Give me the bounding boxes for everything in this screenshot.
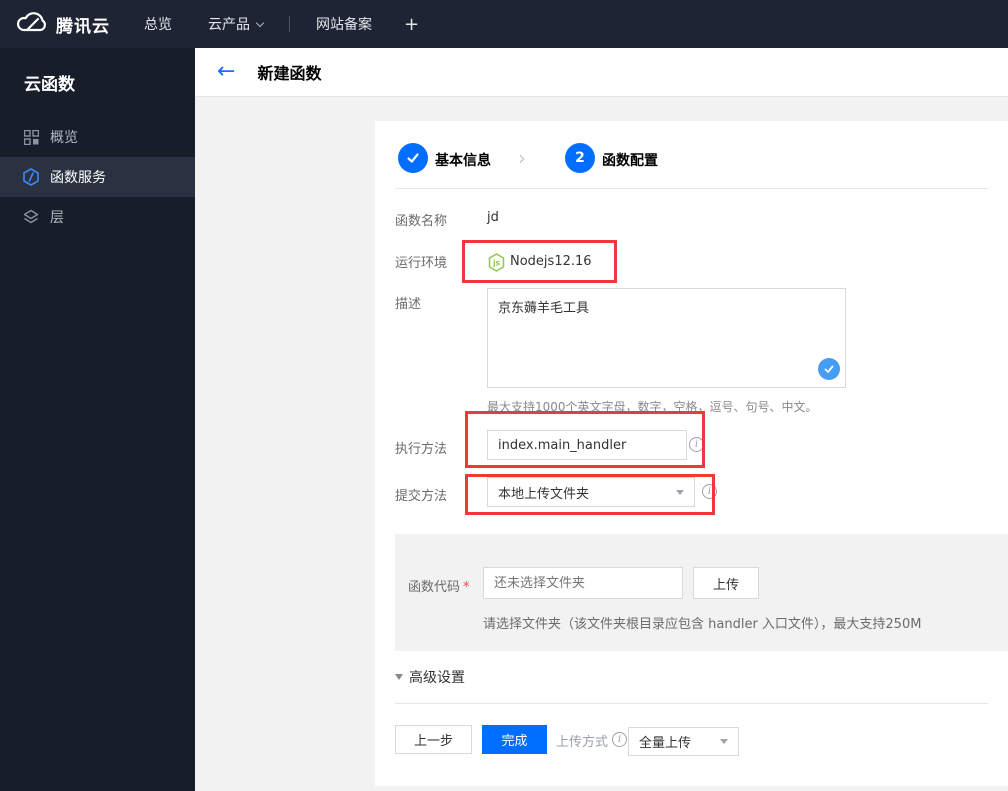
upload-mode-select[interactable]: 全量上传 <box>628 727 739 756</box>
submit-method-info-icon[interactable]: i <box>702 484 717 499</box>
triangle-down-icon <box>395 674 403 680</box>
page-header: ← 新建函数 <box>195 48 1008 97</box>
create-function-card: 基本信息 › 2 函数配置 函数名称 jd 运行环境 js Nodejs12.1… <box>375 121 1008 786</box>
sidebar: 云函数 概览 函数服务 层 <box>0 48 195 791</box>
finish-button[interactable]: 完成 <box>482 725 547 754</box>
runtime-value: Nodejs12.16 <box>510 254 592 269</box>
step-chevron-icon: › <box>518 146 526 170</box>
valid-check-icon <box>818 358 840 380</box>
sidebar-item-function-service[interactable]: 函数服务 <box>0 157 195 197</box>
page-bottom-gap <box>375 786 1008 791</box>
folder-hint: 请选择文件夹（该文件夹根目录应包含 handler 入口文件），最大支持250M <box>483 617 922 632</box>
cloud-logo-icon <box>14 10 48 38</box>
add-tab-button[interactable]: + <box>404 14 419 35</box>
grid-icon <box>22 128 40 146</box>
handler-label: 执行方法 <box>395 442 448 457</box>
handler-info-icon[interactable]: i <box>689 437 704 452</box>
function-name-value: jd <box>487 210 499 225</box>
submit-method-label: 提交方法 <box>395 489 448 504</box>
layers-icon <box>22 208 40 226</box>
check-icon <box>407 153 419 163</box>
upload-mode-label-wrap: 上传方式 <box>556 731 608 750</box>
step-2-number: 2 <box>575 150 585 166</box>
function-code-label-text: 函数代码 <box>408 580 461 595</box>
sidebar-item-layers[interactable]: 层 <box>0 197 195 237</box>
logo-text: 腾讯云 <box>56 16 110 37</box>
advanced-settings-toggle[interactable]: 高级设置 <box>395 667 465 687</box>
step-2-label: 函数配置 <box>602 153 658 169</box>
required-asterisk: * <box>463 580 470 595</box>
nav-overview[interactable]: 总览 <box>144 14 172 34</box>
nav-beian[interactable]: 网站备案 <box>316 14 372 34</box>
chevron-down-icon <box>720 739 728 744</box>
nodejs-icon: js <box>488 253 505 276</box>
sidebar-item-label: 层 <box>50 210 64 226</box>
sidebar-item-overview[interactable]: 概览 <box>0 117 195 157</box>
chevron-down-icon <box>676 489 684 495</box>
chevron-down-icon <box>255 18 265 27</box>
submit-method-value: 本地上传文件夹 <box>498 486 590 502</box>
function-name-label: 函数名称 <box>395 214 448 229</box>
upload-button[interactable]: 上传 <box>693 567 759 599</box>
svg-text:js: js <box>492 259 501 268</box>
description-textarea[interactable]: 京东薅羊毛工具 <box>487 288 846 388</box>
folder-input[interactable] <box>483 567 683 599</box>
description-hint: 最大支持1000个英文字母，数字，空格，逗号、句号、中文。 <box>487 400 818 414</box>
steps-divider <box>395 188 988 189</box>
step-2-indicator: 2 <box>565 143 595 173</box>
sidebar-title: 云函数 <box>24 75 75 95</box>
footer-divider <box>395 703 988 704</box>
description-label: 描述 <box>395 297 422 312</box>
upload-mode-label: 上传方式 <box>556 735 609 750</box>
submit-method-select[interactable]: 本地上传文件夹 <box>487 477 695 507</box>
advanced-settings-label: 高级设置 <box>409 670 465 686</box>
upload-mode-info-icon[interactable]: i <box>612 732 627 747</box>
top-navbar: 腾讯云 总览 云产品 网站备案 + <box>0 0 1008 48</box>
nav-products-label: 云产品 <box>208 17 250 33</box>
back-button[interactable]: ← <box>217 61 235 83</box>
tencent-cloud-logo[interactable]: 腾讯云 <box>14 10 110 38</box>
function-code-label: 函数代码 * <box>408 576 470 595</box>
sidebar-item-label: 函数服务 <box>50 170 106 186</box>
upload-mode-value: 全量上传 <box>639 736 692 751</box>
sidebar-item-label: 概览 <box>50 130 78 146</box>
navbar-divider <box>289 16 290 32</box>
nav-products[interactable]: 云产品 <box>208 14 265 34</box>
page-title: 新建函数 <box>257 64 322 83</box>
previous-step-button[interactable]: 上一步 <box>395 725 472 754</box>
runtime-label: 运行环境 <box>395 256 448 271</box>
step-1-indicator <box>398 143 428 173</box>
scf-hexagon-icon <box>22 168 40 186</box>
step-1-label: 基本信息 <box>435 153 491 169</box>
handler-input[interactable] <box>487 430 687 460</box>
